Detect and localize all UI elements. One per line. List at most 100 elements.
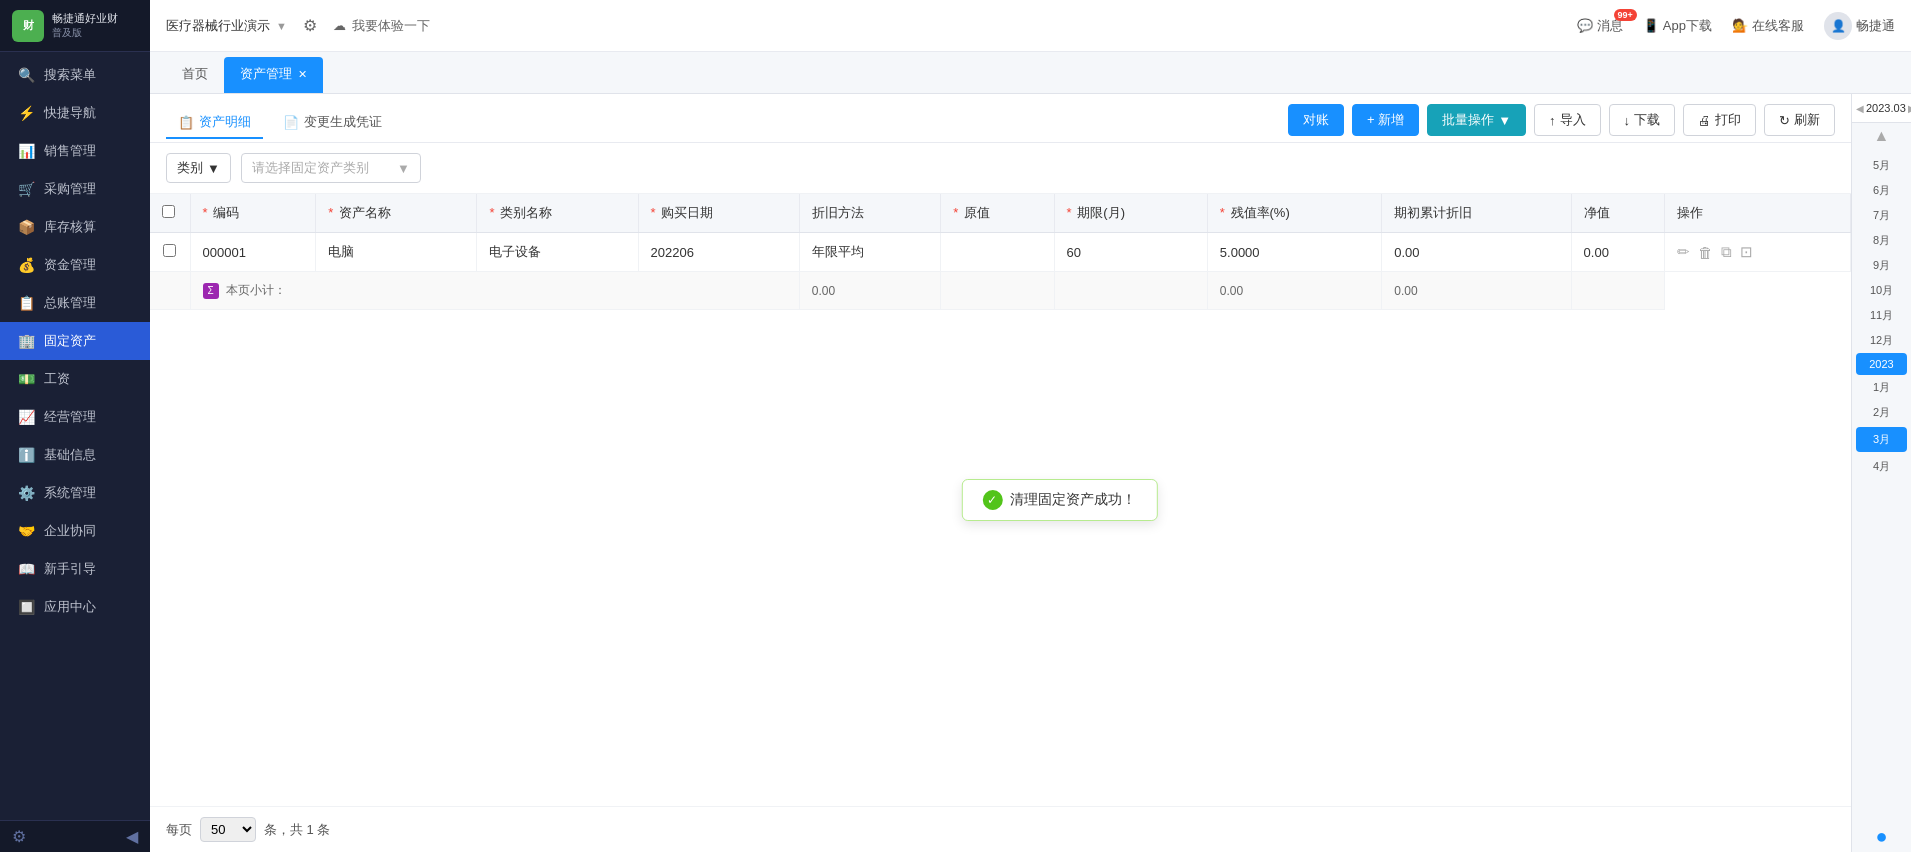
timeline-month-apr-2023[interactable]: 4月 [1852, 454, 1911, 479]
sub-tab-asset-detail[interactable]: 📋 资产明细 [166, 107, 263, 139]
sidebar-item-quick-nav[interactable]: ⚡ 快捷导航 [0, 94, 150, 132]
per-page-select[interactable]: 20 50 100 [200, 817, 256, 842]
timeline-month-jan-2023[interactable]: 1月 [1852, 375, 1911, 400]
category-input[interactable]: 请选择固定资产类别 ▼ [241, 153, 421, 183]
category-filter[interactable]: 类别 ▼ [166, 153, 231, 183]
sub-tabs: 📋 资产明细 📄 变更生成凭证 对账 + 新增 批量操作 ▼ ↑ [150, 94, 1851, 143]
fixed-assets-icon: 🏢 [16, 333, 36, 349]
sub-tab-change-voucher[interactable]: 📄 变更生成凭证 [271, 107, 394, 139]
tabs-bar: 首页 资产管理 ✕ [150, 52, 1911, 94]
settings-gear-icon[interactable]: ⚙ [303, 16, 317, 35]
timeline-month-may[interactable]: 5月 [1852, 153, 1911, 178]
table-header-code: * 编码 [190, 194, 316, 233]
sidebar-item-label: 企业协同 [44, 522, 96, 540]
row-checkbox[interactable] [163, 244, 176, 257]
sidebar-item-app-center[interactable]: 🔲 应用中心 [0, 588, 150, 626]
collapse-icon[interactable]: ◀ [126, 827, 138, 846]
timeline-month-oct[interactable]: 10月 [1852, 278, 1911, 303]
tab-home-label: 首页 [182, 65, 208, 83]
sidebar-item-finance[interactable]: 💰 资金管理 [0, 246, 150, 284]
online-service-button[interactable]: 💁 在线客服 [1732, 17, 1804, 35]
import-icon: ↑ [1549, 113, 1556, 128]
timeline-scroll-down[interactable]: ● [1852, 821, 1911, 852]
inventory-icon: 📦 [16, 219, 36, 235]
reconcile-button[interactable]: 对账 [1288, 104, 1344, 136]
sidebar-item-ledger[interactable]: 📋 总账管理 [0, 284, 150, 322]
sidebar-item-label: 应用中心 [44, 598, 96, 616]
table-header-actions: 操作 [1665, 194, 1851, 233]
sidebar-item-fixed-assets[interactable]: 🏢 固定资产 [0, 322, 150, 360]
download-button[interactable]: ↓ 下载 [1609, 104, 1676, 136]
select-all-checkbox[interactable] [162, 205, 175, 218]
settings-icon[interactable]: ⚙ [12, 827, 26, 846]
timeline-month-mar-2023[interactable]: 3月 [1856, 427, 1907, 452]
print-label: 打印 [1715, 111, 1741, 129]
batch-ops-label: 批量操作 [1442, 111, 1494, 129]
more-icon[interactable]: ⊡ [1740, 243, 1753, 261]
sidebar-item-guide[interactable]: 📖 新手引导 [0, 550, 150, 588]
table-header-original-value: * 原值 [941, 194, 1054, 233]
sidebar-item-search[interactable]: 🔍 搜索菜单 [0, 56, 150, 94]
timeline-month-aug[interactable]: 8月 [1852, 228, 1911, 253]
tab-home[interactable]: 首页 [166, 57, 224, 93]
row-residual-rate: 5.0000 [1207, 233, 1381, 272]
right-panel: ◀ 2023.03 ▶ ▲ 5月 6月 7月 8月 9月 10月 11月 12月… [1851, 94, 1911, 852]
subtotal-empty-checkbox [150, 272, 190, 310]
messages-button[interactable]: 💬 消息 99+ [1577, 17, 1623, 35]
edit-icon[interactable]: ✏ [1677, 243, 1690, 261]
sidebar-item-cooperation[interactable]: 🤝 企业协同 [0, 512, 150, 550]
row-name: 电脑 [316, 233, 477, 272]
per-page-label: 每页 [166, 821, 192, 839]
operations-icon: 📈 [16, 409, 36, 425]
asset-detail-tab-label: 资产明细 [199, 113, 251, 131]
batch-ops-button[interactable]: 批量操作 ▼ [1427, 104, 1526, 136]
timeline-scroll-up[interactable]: ▲ [1852, 123, 1911, 149]
sidebar-item-system[interactable]: ⚙️ 系统管理 [0, 474, 150, 512]
row-checkbox-cell [150, 233, 190, 272]
subtotal-initial-accumulated: 0.00 [1207, 272, 1381, 310]
asset-detail-tab-icon: 📋 [178, 115, 194, 130]
copy-icon[interactable]: ⧉ [1721, 243, 1732, 261]
timeline-month-dec[interactable]: 12月 [1852, 328, 1911, 353]
table-row: 000001 电脑 电子设备 202206 年限平均 60 5.0000 0.0… [150, 233, 1851, 272]
experience-button[interactable]: ☁ 我要体验一下 [333, 17, 430, 35]
company-selector[interactable]: 医疗器械行业演示 ▼ [166, 17, 287, 35]
sidebar-item-operations[interactable]: 📈 经营管理 [0, 398, 150, 436]
sidebar-item-purchase[interactable]: 🛒 采购管理 [0, 170, 150, 208]
sidebar-item-label: 搜索菜单 [44, 66, 96, 84]
timeline-month-feb-2023[interactable]: 2月 [1852, 400, 1911, 425]
sidebar-item-sales[interactable]: 📊 销售管理 [0, 132, 150, 170]
sidebar-item-inventory[interactable]: 📦 库存核算 [0, 208, 150, 246]
change-voucher-tab-icon: 📄 [283, 115, 299, 130]
data-table: * 编码 * 资产名称 * 类别名称 [150, 194, 1851, 310]
delete-icon[interactable]: 🗑 [1698, 244, 1713, 261]
table-header-net-value: 净值 [1571, 194, 1665, 233]
sidebar-item-payroll[interactable]: 💵 工资 [0, 360, 150, 398]
sidebar-item-label: 资金管理 [44, 256, 96, 274]
user-profile[interactable]: 👤 畅捷通 [1824, 12, 1895, 40]
table-header-initial-accumulated: 期初累计折旧 [1382, 194, 1571, 233]
subtotal-actions [1571, 272, 1665, 310]
panel-left-arrow[interactable]: ◀ [1856, 103, 1864, 114]
sidebar-item-label: 固定资产 [44, 332, 96, 350]
timeline-month-sep[interactable]: 9月 [1852, 253, 1911, 278]
timeline-month-nov[interactable]: 11月 [1852, 303, 1911, 328]
timeline-year-2023[interactable]: 2023 [1856, 353, 1907, 375]
new-button[interactable]: + 新增 [1352, 104, 1419, 136]
timeline-month-jul[interactable]: 7月 [1852, 203, 1911, 228]
subtotal-residual-rate [1054, 272, 1207, 310]
tab-asset-mgmt[interactable]: 资产管理 ✕ [224, 57, 323, 93]
table-header-residual-rate: * 残值率(%) [1207, 194, 1381, 233]
row-category: 电子设备 [477, 233, 638, 272]
ledger-icon: 📋 [16, 295, 36, 311]
sidebar-item-basic-info[interactable]: ℹ️ 基础信息 [0, 436, 150, 474]
refresh-button[interactable]: ↻ 刷新 [1764, 104, 1835, 136]
app-download-button[interactable]: 📱 App下载 [1643, 17, 1712, 35]
import-button[interactable]: ↑ 导入 [1534, 104, 1601, 136]
filter-toolbar: 类别 ▼ 请选择固定资产类别 ▼ [150, 143, 1851, 194]
print-button[interactable]: 🖨 打印 [1683, 104, 1756, 136]
subtotal-net-value: 0.00 [1382, 272, 1571, 310]
timeline-month-jun[interactable]: 6月 [1852, 178, 1911, 203]
tab-close-icon[interactable]: ✕ [298, 68, 307, 81]
online-service-label: 在线客服 [1752, 17, 1804, 35]
